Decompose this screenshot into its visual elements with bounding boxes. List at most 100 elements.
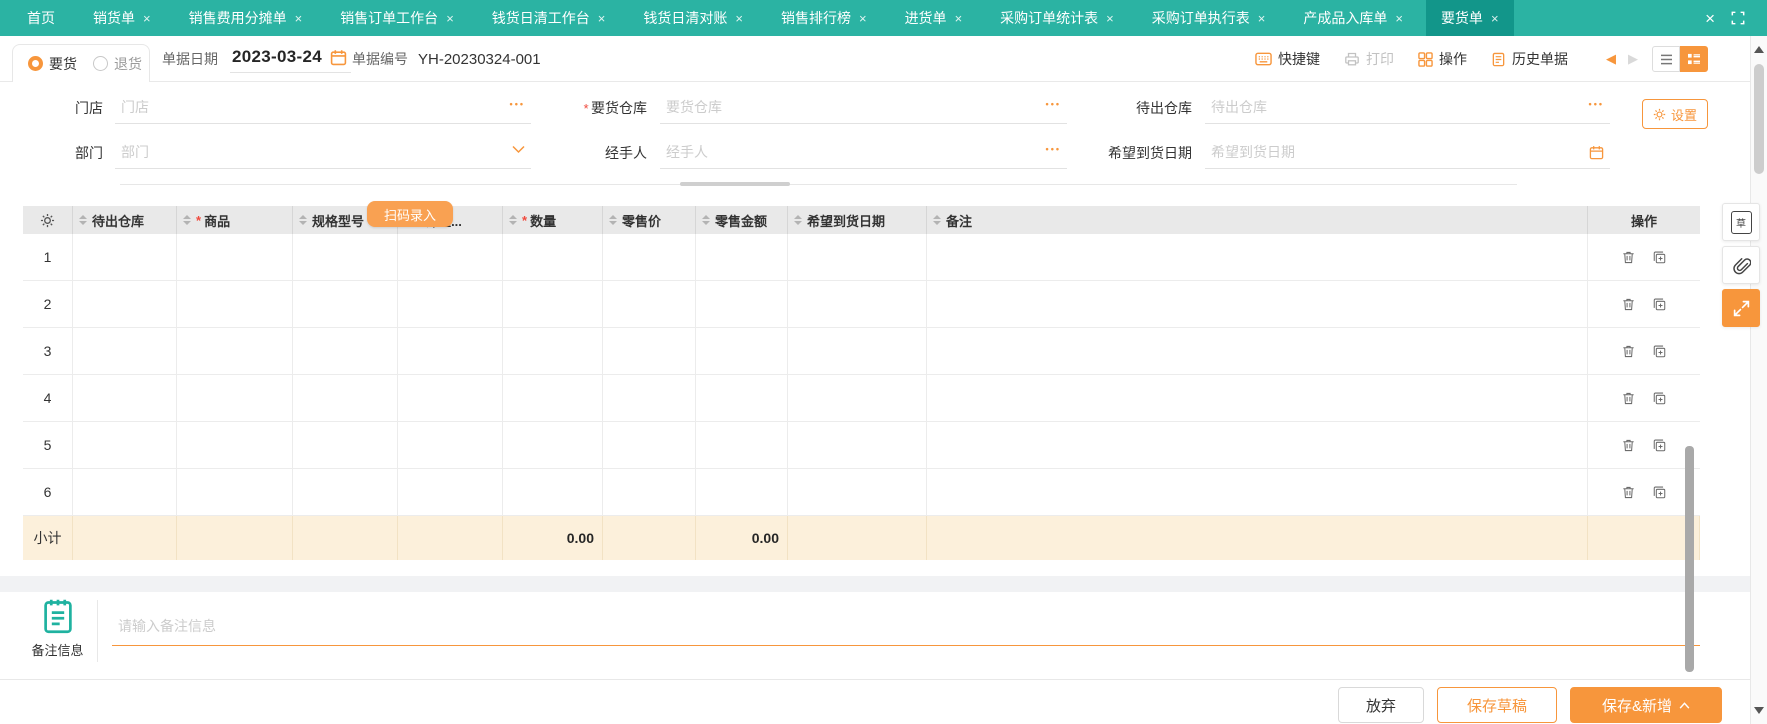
calendar-icon[interactable] [330,49,347,66]
table-cell[interactable] [73,422,177,468]
table-cell[interactable] [398,469,503,515]
table-cell[interactable] [927,469,1588,515]
close-tab-icon[interactable]: × [295,12,303,25]
table-cell[interactable] [696,375,788,421]
close-tab-icon[interactable]: × [859,12,867,25]
table-cell[interactable] [177,469,293,515]
table-cell[interactable] [603,375,696,421]
copy-row-button[interactable] [1652,438,1667,453]
scan-entry-button[interactable]: 扫码录入 [367,201,453,227]
table-cell[interactable] [696,469,788,515]
table-cell[interactable] [696,328,788,374]
close-tab-icon[interactable]: × [446,12,454,25]
table-cell[interactable] [788,375,927,421]
department-select[interactable] [115,135,531,169]
table-cell[interactable] [927,328,1588,374]
table-cell[interactable] [293,375,398,421]
sort-icon[interactable] [79,215,87,225]
table-cell[interactable] [73,281,177,327]
radio-require-goods[interactable]: 要货 [28,54,77,74]
tab-home[interactable]: 首页 [12,0,70,36]
table-cell[interactable] [398,234,503,280]
table-cell[interactable] [927,234,1588,280]
table-cell[interactable] [603,234,696,280]
close-tab-icon[interactable]: × [1395,12,1403,25]
tab-item[interactable]: 销售订单工作台 × [325,0,469,36]
table-cell[interactable] [177,234,293,280]
scroll-down-icon[interactable] [1754,707,1764,714]
collapse-handle[interactable] [680,182,790,186]
table-cell[interactable] [398,328,503,374]
sort-icon[interactable] [509,215,517,225]
tab-item[interactable]: 钱货日清对账 × [628,0,758,36]
table-cell[interactable] [603,469,696,515]
expect-date-input[interactable] [1205,135,1610,169]
close-tab-icon[interactable]: × [598,12,606,25]
table-cell[interactable] [788,469,927,515]
copy-row-button[interactable] [1652,391,1667,406]
column-header[interactable]: 零售金额 [696,206,788,234]
column-header[interactable]: * 数量 [503,206,603,234]
fullscreen-icon[interactable] [1731,11,1745,25]
table-cell[interactable] [293,469,398,515]
settings-button[interactable]: 设置 [1642,99,1708,129]
column-settings-header[interactable] [23,206,73,234]
table-cell[interactable] [398,422,503,468]
column-header[interactable]: 希望到货日期 [788,206,927,234]
draft-box-button[interactable]: 草 [1722,203,1760,241]
tab-item[interactable]: 销售排行榜 × [766,0,882,36]
scrollbar-thumb[interactable] [1754,64,1764,174]
page-scrollbar[interactable] [1750,36,1767,724]
delete-row-button[interactable] [1621,297,1636,312]
copy-row-button[interactable] [1652,344,1667,359]
tab-item[interactable]: 采购订单统计表 × [985,0,1129,36]
table-cell[interactable] [788,281,927,327]
tab-item[interactable]: 钱货日清工作台 × [477,0,621,36]
table-cell[interactable] [177,422,293,468]
table-cell[interactable] [73,328,177,374]
table-cell[interactable] [603,422,696,468]
sort-icon[interactable] [702,215,710,225]
table-cell[interactable] [177,375,293,421]
table-cell[interactable] [293,328,398,374]
table-cell[interactable] [503,328,603,374]
table-cell[interactable] [503,234,603,280]
table-cell[interactable] [73,469,177,515]
table-cell[interactable] [788,422,927,468]
table-cell[interactable] [696,422,788,468]
close-tab-icon[interactable]: × [1106,12,1114,25]
store-input[interactable] [115,90,531,124]
delete-row-button[interactable] [1621,485,1636,500]
close-tab-icon[interactable]: × [735,12,743,25]
sort-icon[interactable] [933,215,941,225]
tab-item[interactable]: 采购订单执行表 × [1137,0,1281,36]
attachment-button[interactable] [1722,246,1760,284]
save-and-new-button[interactable]: 保存&新增 [1570,687,1722,723]
delete-row-button[interactable] [1621,250,1636,265]
sort-icon[interactable] [299,215,307,225]
table-cell[interactable] [788,234,927,280]
table-cell[interactable] [603,328,696,374]
table-cell[interactable] [603,281,696,327]
out-warehouse-input[interactable] [1205,90,1610,124]
table-cell[interactable] [503,469,603,515]
delete-row-button[interactable] [1621,438,1636,453]
more-options-icon[interactable]: ••• [510,99,525,109]
doc-date-field[interactable]: 2023-03-24 [230,45,351,73]
delete-row-button[interactable] [1621,391,1636,406]
tab-item[interactable]: 销货单 × [78,0,166,36]
shortcut-keys-button[interactable]: 快捷键 [1255,49,1320,69]
table-cell[interactable] [927,375,1588,421]
table-cell[interactable] [696,281,788,327]
table-cell[interactable] [503,422,603,468]
more-options-icon[interactable]: ••• [1046,99,1061,109]
table-cell[interactable] [293,281,398,327]
close-all-icon[interactable]: × [1705,10,1715,27]
table-cell[interactable] [398,375,503,421]
history-documents-button[interactable]: 历史单据 [1491,49,1568,69]
copy-row-button[interactable] [1652,485,1667,500]
column-header[interactable]: 备注 [927,206,1588,234]
sort-icon[interactable] [183,215,191,225]
close-tab-icon[interactable]: × [1258,12,1266,25]
table-cell[interactable] [788,328,927,374]
